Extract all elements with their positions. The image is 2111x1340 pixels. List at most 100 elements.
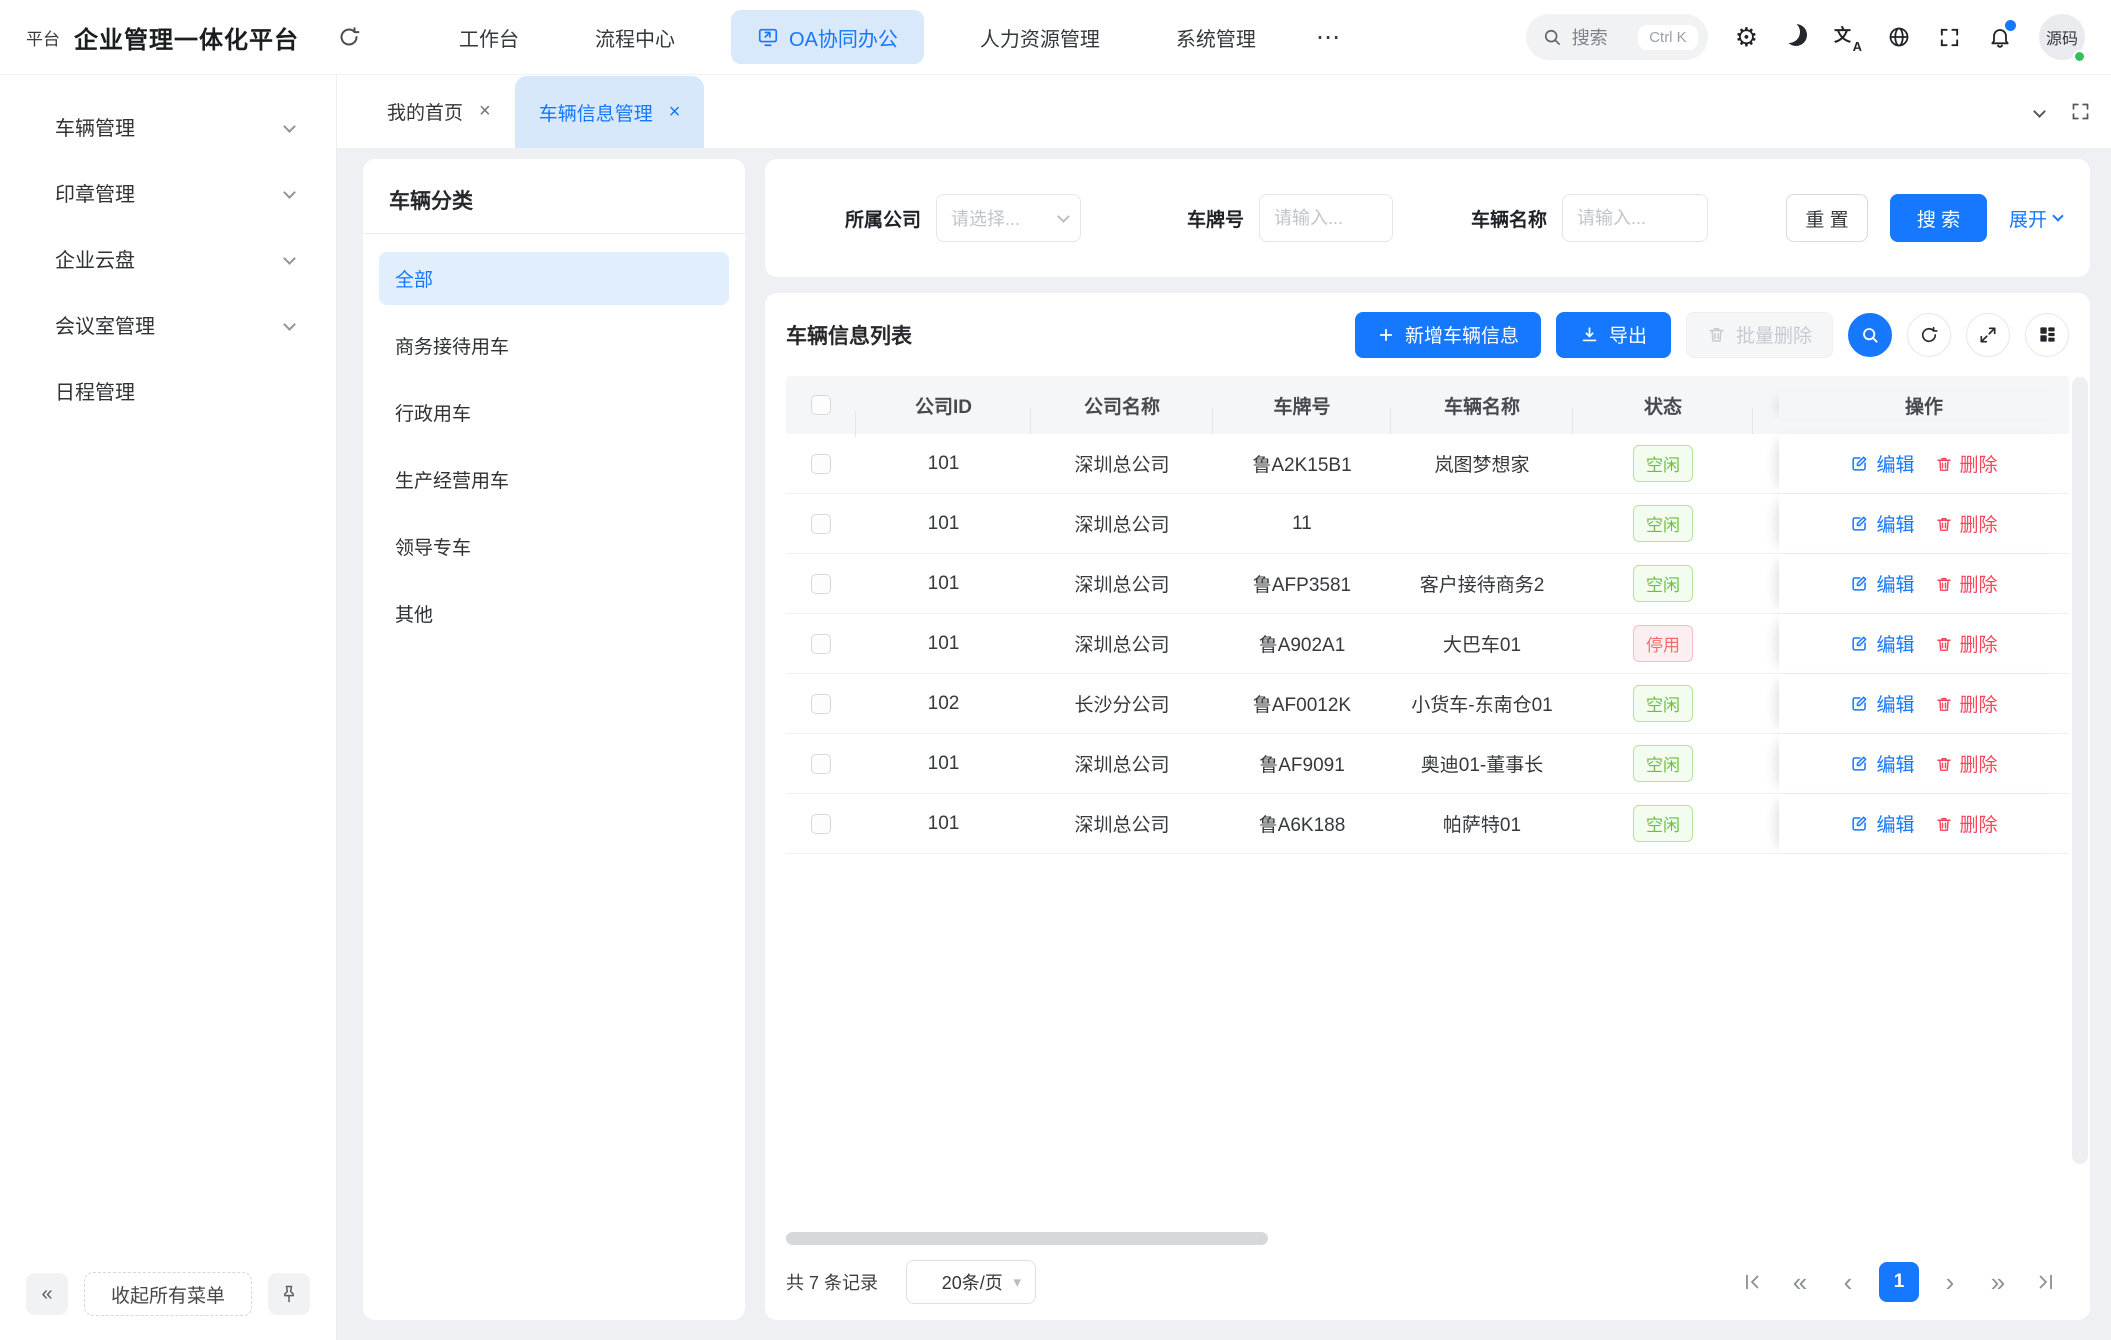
edit-button[interactable]: 编辑 [1850, 810, 1914, 837]
globe-icon[interactable] [1887, 25, 1911, 49]
tabs-dropdown-icon[interactable] [2033, 105, 2046, 118]
vertical-scrollbar[interactable] [2072, 377, 2088, 1164]
add-vehicle-button[interactable]: 新增车辆信息 [1355, 312, 1541, 358]
category-item-production[interactable]: 生产经营用车 [379, 453, 729, 506]
edit-button[interactable]: 编辑 [1850, 690, 1914, 717]
reset-button[interactable]: 重 置 [1786, 194, 1868, 242]
more-icon[interactable]: ⋯ [1294, 23, 1364, 52]
table-row: 101 深圳总公司 鲁AF9091 奥迪01-董事长 空闲 编辑 删除 [786, 734, 2069, 794]
delete-button[interactable]: 删除 [1935, 810, 1998, 837]
row-checkbox[interactable] [811, 574, 831, 594]
cell-company-name: 深圳总公司 [1031, 554, 1213, 613]
close-icon[interactable]: × [479, 100, 491, 123]
tabbar: 我的首页× 车辆信息管理× [337, 75, 2111, 148]
edit-button[interactable]: 编辑 [1850, 750, 1914, 777]
expand-filters-link[interactable]: 展开 [2009, 205, 2062, 232]
column-header-actions: 操作 [1779, 392, 2069, 419]
fullscreen-icon[interactable] [1938, 26, 1961, 49]
table-body: 101 深圳总公司 鲁A2K15B1 岚图梦想家 空闲 编辑 删除 101 深圳… [786, 434, 2069, 854]
horizontal-scrollbar-thumb[interactable] [786, 1232, 1268, 1245]
export-button[interactable]: 导出 [1556, 312, 1671, 358]
app-title: 企业管理一体化平台 [74, 20, 299, 55]
translate-icon[interactable]: 文A [1834, 24, 1860, 50]
plate-input[interactable] [1259, 194, 1393, 242]
brand: 平台 企业管理一体化平台 [26, 20, 299, 55]
nav-item-oa-office[interactable]: OA协同办公 [731, 10, 924, 64]
status-badge: 空闲 [1633, 505, 1693, 542]
table-fullscreen-button[interactable] [1966, 313, 2010, 357]
table-row: 101 深圳总公司 鲁A6K188 帕萨特01 空闲 编辑 删除 [786, 794, 2069, 854]
row-checkbox[interactable] [811, 814, 831, 834]
first-page-button[interactable] [1735, 1265, 1769, 1299]
search-button[interactable]: 搜 索 [1890, 194, 1987, 242]
delete-button[interactable]: 删除 [1935, 690, 1998, 717]
row-checkbox[interactable] [811, 454, 831, 474]
edit-button[interactable]: 编辑 [1850, 510, 1914, 537]
edit-button[interactable]: 编辑 [1850, 450, 1914, 477]
collapse-sidebar-button[interactable]: « [26, 1273, 68, 1315]
last-page-button[interactable] [2029, 1265, 2063, 1299]
row-checkbox[interactable] [811, 694, 831, 714]
content-fullscreen-icon[interactable] [2070, 101, 2091, 122]
notification-bell-icon[interactable] [1988, 25, 2012, 49]
edit-button[interactable]: 编辑 [1850, 630, 1914, 657]
cell-company-name: 深圳总公司 [1031, 494, 1213, 553]
refresh-icon[interactable] [337, 25, 361, 49]
cell-company-name: 深圳总公司 [1031, 434, 1213, 493]
nav-item-workbench[interactable]: 工作台 [421, 0, 557, 75]
category-item-other[interactable]: 其他 [379, 587, 729, 640]
prev-group-button[interactable]: « [1783, 1265, 1817, 1299]
table-refresh-button[interactable] [1907, 313, 1951, 357]
close-icon[interactable]: × [669, 101, 681, 124]
delete-button[interactable]: 删除 [1935, 630, 1998, 657]
vehicle-name-input[interactable] [1562, 194, 1708, 242]
category-item-business-reception[interactable]: 商务接待用车 [379, 319, 729, 372]
sidebar-item-schedule[interactable]: 日程管理 [0, 357, 336, 423]
next-page-button[interactable]: › [1933, 1265, 1967, 1299]
tab-vehicle-info-mgmt[interactable]: 车辆信息管理× [515, 76, 705, 148]
edit-button[interactable]: 编辑 [1850, 570, 1914, 597]
nav-item-system[interactable]: 系统管理 [1138, 0, 1294, 75]
pin-icon[interactable] [268, 1273, 310, 1315]
category-item-administrative[interactable]: 行政用车 [379, 386, 729, 439]
record-count: 共 7 条记录 [786, 1269, 878, 1295]
category-item-all[interactable]: 全部 [379, 252, 729, 305]
row-checkbox[interactable] [811, 634, 831, 654]
avatar[interactable]: 源码 [2039, 14, 2085, 60]
global-search[interactable]: 搜索 Ctrl K [1526, 14, 1708, 60]
sidebar-item-seal-mgmt[interactable]: 印章管理 [0, 159, 336, 225]
category-item-leader[interactable]: 领导专车 [379, 520, 729, 573]
sidebar-item-meeting-room[interactable]: 会议室管理 [0, 291, 336, 357]
column-header-company-id: 公司ID [856, 392, 1031, 419]
gear-icon[interactable]: ⚙ [1735, 22, 1758, 53]
delete-button[interactable]: 删除 [1935, 570, 1998, 597]
status-badge: 空闲 [1633, 745, 1693, 782]
column-header-plate: 车牌号 [1213, 392, 1391, 419]
cell-company-id: 101 [856, 614, 1031, 673]
delete-button[interactable]: 删除 [1935, 450, 1998, 477]
nav-item-process-center[interactable]: 流程中心 [557, 0, 713, 75]
column-settings-button[interactable] [2025, 313, 2069, 357]
row-checkbox[interactable] [811, 514, 831, 534]
sidebar-item-cloud-disk[interactable]: 企业云盘 [0, 225, 336, 291]
search-icon [1542, 27, 1562, 47]
next-group-button[interactable]: » [1981, 1265, 2015, 1299]
delete-button[interactable]: 删除 [1935, 510, 1998, 537]
sidebar-item-vehicle-mgmt[interactable]: 车辆管理 [0, 93, 336, 159]
tab-my-home[interactable]: 我的首页× [363, 75, 515, 148]
current-page[interactable]: 1 [1879, 1262, 1919, 1302]
company-select[interactable]: 请选择... [936, 194, 1081, 242]
dark-mode-icon[interactable] [1785, 24, 1807, 51]
page-size-select[interactable]: 20条/页 ▾ [906, 1260, 1036, 1304]
prev-page-button[interactable]: ‹ [1831, 1265, 1865, 1299]
chevron-down-icon [2052, 210, 2063, 221]
delete-button[interactable]: 删除 [1935, 750, 1998, 777]
cell-company-name: 长沙分公司 [1031, 674, 1213, 733]
batch-delete-button[interactable]: 批量删除 [1686, 312, 1833, 358]
nav-item-hr[interactable]: 人力资源管理 [942, 0, 1138, 75]
row-checkbox[interactable] [811, 754, 831, 774]
select-all-checkbox[interactable] [811, 395, 831, 415]
collapse-all-menus-button[interactable]: 收起所有菜单 [84, 1272, 252, 1316]
status-badge: 空闲 [1633, 565, 1693, 602]
table-search-button[interactable] [1848, 313, 1892, 357]
